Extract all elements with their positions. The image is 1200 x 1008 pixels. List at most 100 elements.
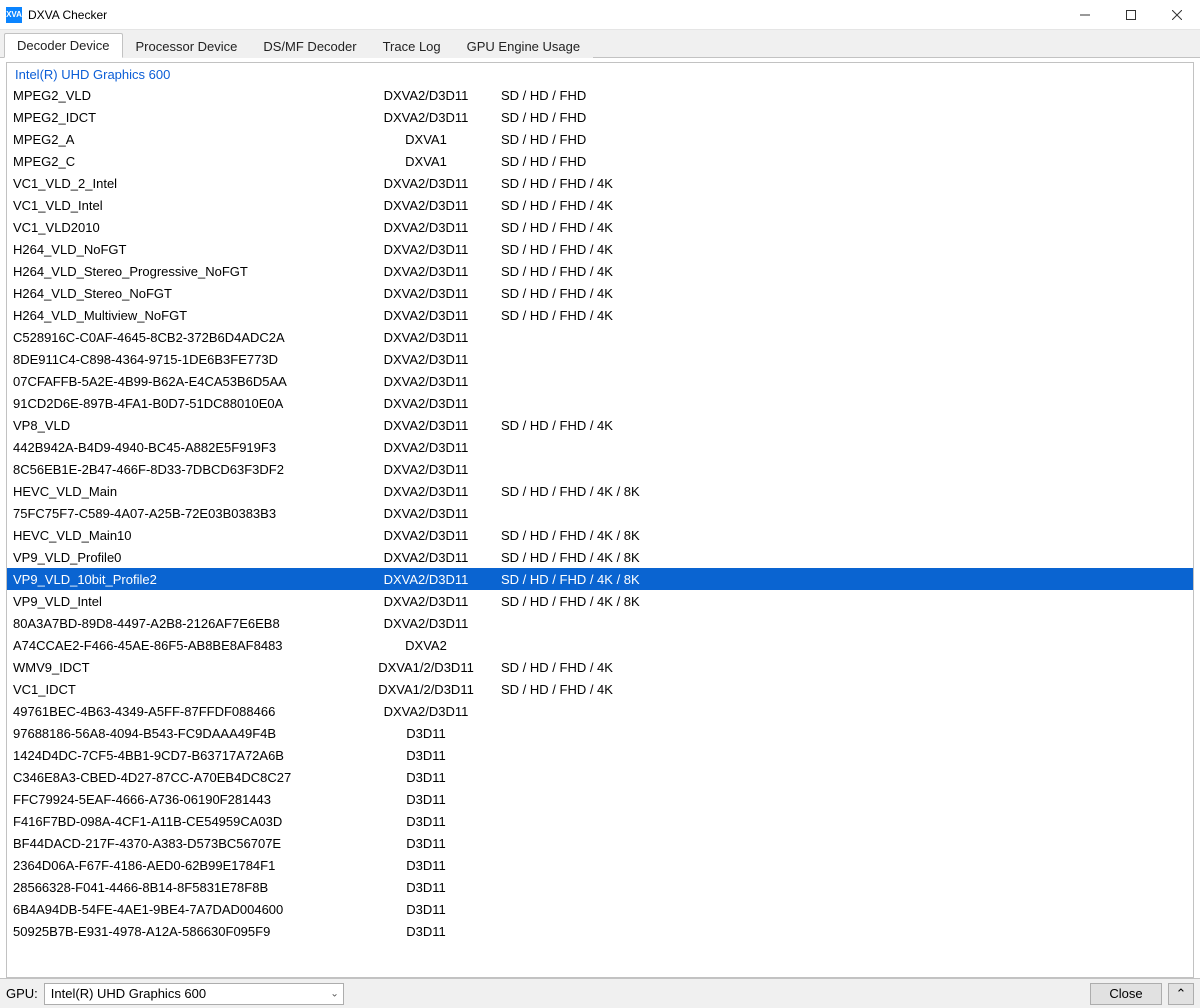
decoder-name: VP9_VLD_Profile0 (11, 550, 361, 565)
decoder-api: DXVA2/D3D11 (361, 572, 491, 587)
decoder-api: DXVA2/D3D11 (361, 286, 491, 301)
decoder-name: VC1_VLD_2_Intel (11, 176, 361, 191)
decoder-row[interactable]: 2364D06A-F67F-4186-AED0-62B99E1784F1D3D1… (7, 854, 1193, 876)
decoder-row[interactable]: H264_VLD_Stereo_Progressive_NoFGTDXVA2/D… (7, 260, 1193, 282)
decoder-api: DXVA2/D3D11 (361, 506, 491, 521)
tab-decoder-device[interactable]: Decoder Device (4, 33, 123, 58)
decoder-api: DXVA2/D3D11 (361, 550, 491, 565)
decoder-row[interactable]: 6B4A94DB-54FE-4AE1-9BE4-7A7DAD004600D3D1… (7, 898, 1193, 920)
decoder-row[interactable]: VC1_IDCTDXVA1/2/D3D11SD / HD / FHD / 4K (7, 678, 1193, 700)
decoder-row[interactable]: VP9_VLD_10bit_Profile2DXVA2/D3D11SD / HD… (7, 568, 1193, 590)
decoder-row[interactable]: VP9_VLD_Profile0DXVA2/D3D11SD / HD / FHD… (7, 546, 1193, 568)
decoder-row[interactable]: FFC79924-5EAF-4666-A736-06190F281443D3D1… (7, 788, 1193, 810)
decoder-api: DXVA2/D3D11 (361, 88, 491, 103)
decoder-row[interactable]: 07CFAFFB-5A2E-4B99-B62A-E4CA53B6D5AADXVA… (7, 370, 1193, 392)
tab-gpu-engine-usage[interactable]: GPU Engine Usage (454, 34, 593, 58)
tab-processor-device[interactable]: Processor Device (123, 34, 251, 58)
gpu-combo[interactable]: Intel(R) UHD Graphics 600 ⌄ (44, 983, 344, 1005)
decoder-name: 07CFAFFB-5A2E-4B99-B62A-E4CA53B6D5AA (11, 374, 361, 389)
decoder-row[interactable]: 91CD2D6E-897B-4FA1-B0D7-51DC88010E0ADXVA… (7, 392, 1193, 414)
decoder-row[interactable]: A74CCAE2-F466-45AE-86F5-AB8BE8AF8483DXVA… (7, 634, 1193, 656)
decoder-resolutions: SD / HD / FHD / 4K / 8K (491, 528, 1193, 543)
decoder-row[interactable]: HEVC_VLD_MainDXVA2/D3D11SD / HD / FHD / … (7, 480, 1193, 502)
decoder-api: DXVA2/D3D11 (361, 110, 491, 125)
decoder-api: DXVA2/D3D11 (361, 220, 491, 235)
minimize-button[interactable] (1062, 0, 1108, 30)
decoder-row[interactable]: BF44DACD-217F-4370-A383-D573BC56707ED3D1… (7, 832, 1193, 854)
decoder-row[interactable]: H264_VLD_NoFGTDXVA2/D3D11SD / HD / FHD /… (7, 238, 1193, 260)
decoder-row[interactable]: VC1_VLD_IntelDXVA2/D3D11SD / HD / FHD / … (7, 194, 1193, 216)
decoder-row[interactable]: 1424D4DC-7CF5-4BB1-9CD7-B63717A72A6BD3D1… (7, 744, 1193, 766)
window-title: DXVA Checker (28, 8, 107, 22)
decoder-row[interactable]: C528916C-C0AF-4645-8CB2-372B6D4ADC2ADXVA… (7, 326, 1193, 348)
decoder-name: 75FC75F7-C589-4A07-A25B-72E03B0383B3 (11, 506, 361, 521)
decoder-api: DXVA2/D3D11 (361, 330, 491, 345)
tab-trace-log[interactable]: Trace Log (370, 34, 454, 58)
maximize-icon (1126, 10, 1136, 20)
decoder-row[interactable]: 80A3A7BD-89D8-4497-A2B8-2126AF7E6EB8DXVA… (7, 612, 1193, 634)
decoder-row[interactable]: F416F7BD-098A-4CF1-A11B-CE54959CA03DD3D1… (7, 810, 1193, 832)
decoder-name: 49761BEC-4B63-4349-A5FF-87FFDF088466 (11, 704, 361, 719)
decoder-row[interactable]: 75FC75F7-C589-4A07-A25B-72E03B0383B3DXVA… (7, 502, 1193, 524)
titlebar: XVA DXVA Checker (0, 0, 1200, 30)
decoder-row[interactable]: MPEG2_IDCTDXVA2/D3D11SD / HD / FHD (7, 106, 1193, 128)
decoder-row[interactable]: MPEG2_ADXVA1SD / HD / FHD (7, 128, 1193, 150)
maximize-button[interactable] (1108, 0, 1154, 30)
decoder-row[interactable]: 50925B7B-E931-4978-A12A-586630F095F9D3D1… (7, 920, 1193, 942)
decoder-api: DXVA1/2/D3D11 (361, 682, 491, 697)
decoder-row[interactable]: 28566328-F041-4466-8B14-8F5831E78F8BD3D1… (7, 876, 1193, 898)
decoder-name: F416F7BD-098A-4CF1-A11B-CE54959CA03D (11, 814, 361, 829)
decoder-api: DXVA2/D3D11 (361, 440, 491, 455)
decoder-row[interactable]: 97688186-56A8-4094-B543-FC9DAAA49F4BD3D1… (7, 722, 1193, 744)
decoder-api: D3D11 (361, 814, 491, 829)
decoder-name: 442B942A-B4D9-4940-BC45-A882E5F919F3 (11, 440, 361, 455)
decoder-row[interactable]: 49761BEC-4B63-4349-A5FF-87FFDF088466DXVA… (7, 700, 1193, 722)
decoder-api: DXVA2/D3D11 (361, 528, 491, 543)
decoder-api: D3D11 (361, 836, 491, 851)
device-group-header: Intel(R) UHD Graphics 600 (7, 65, 1193, 84)
decoder-resolutions: SD / HD / FHD / 4K (491, 286, 1193, 301)
minimize-icon (1080, 10, 1090, 20)
decoder-name: MPEG2_C (11, 154, 361, 169)
decoder-row[interactable]: H264_VLD_Stereo_NoFGTDXVA2/D3D11SD / HD … (7, 282, 1193, 304)
decoder-row[interactable]: HEVC_VLD_Main10DXVA2/D3D11SD / HD / FHD … (7, 524, 1193, 546)
decoder-name: 6B4A94DB-54FE-4AE1-9BE4-7A7DAD004600 (11, 902, 361, 917)
decoder-name: MPEG2_A (11, 132, 361, 147)
decoder-name: VP9_VLD_Intel (11, 594, 361, 609)
decoder-row[interactable]: VP8_VLDDXVA2/D3D11SD / HD / FHD / 4K (7, 414, 1193, 436)
expand-up-button[interactable]: ⌃ (1168, 983, 1194, 1005)
decoder-row[interactable]: VP9_VLD_IntelDXVA2/D3D11SD / HD / FHD / … (7, 590, 1193, 612)
decoder-row[interactable]: 8C56EB1E-2B47-466F-8D33-7DBCD63F3DF2DXVA… (7, 458, 1193, 480)
decoder-row[interactable]: WMV9_IDCTDXVA1/2/D3D11SD / HD / FHD / 4K (7, 656, 1193, 678)
decoder-list-panel[interactable]: Intel(R) UHD Graphics 600 MPEG2_VLDDXVA2… (6, 62, 1194, 978)
decoder-resolutions: SD / HD / FHD (491, 88, 1193, 103)
decoder-row[interactable]: H264_VLD_Multiview_NoFGTDXVA2/D3D11SD / … (7, 304, 1193, 326)
decoder-resolutions: SD / HD / FHD / 4K (491, 264, 1193, 279)
decoder-row[interactable]: VC1_VLD_2_IntelDXVA2/D3D11SD / HD / FHD … (7, 172, 1193, 194)
decoder-api: DXVA2 (361, 638, 491, 653)
decoder-name: 1424D4DC-7CF5-4BB1-9CD7-B63717A72A6B (11, 748, 361, 763)
decoder-api: DXVA2/D3D11 (361, 704, 491, 719)
close-window-button[interactable] (1154, 0, 1200, 30)
decoder-api: DXVA2/D3D11 (361, 396, 491, 411)
decoder-name: H264_VLD_Stereo_Progressive_NoFGT (11, 264, 361, 279)
decoder-api: DXVA2/D3D11 (361, 264, 491, 279)
decoder-row[interactable]: MPEG2_CDXVA1SD / HD / FHD (7, 150, 1193, 172)
decoder-name: WMV9_IDCT (11, 660, 361, 675)
decoder-name: 8C56EB1E-2B47-466F-8D33-7DBCD63F3DF2 (11, 462, 361, 477)
decoder-api: DXVA1 (361, 154, 491, 169)
decoder-api: DXVA2/D3D11 (361, 352, 491, 367)
decoder-resolutions: SD / HD / FHD / 4K (491, 198, 1193, 213)
decoder-resolutions: SD / HD / FHD / 4K / 8K (491, 572, 1193, 587)
decoder-row[interactable]: 8DE911C4-C898-4364-9715-1DE6B3FE773DDXVA… (7, 348, 1193, 370)
decoder-row[interactable]: MPEG2_VLDDXVA2/D3D11SD / HD / FHD (7, 84, 1193, 106)
decoder-row[interactable]: VC1_VLD2010DXVA2/D3D11SD / HD / FHD / 4K (7, 216, 1193, 238)
decoder-row[interactable]: C346E8A3-CBED-4D27-87CC-A70EB4DC8C27D3D1… (7, 766, 1193, 788)
tab-ds-mf-decoder[interactable]: DS/MF Decoder (250, 34, 369, 58)
close-icon (1172, 10, 1182, 20)
decoder-resolutions: SD / HD / FHD (491, 110, 1193, 125)
decoder-name: 28566328-F041-4466-8B14-8F5831E78F8B (11, 880, 361, 895)
decoder-name: HEVC_VLD_Main (11, 484, 361, 499)
decoder-row[interactable]: 442B942A-B4D9-4940-BC45-A882E5F919F3DXVA… (7, 436, 1193, 458)
close-button[interactable]: Close (1090, 983, 1162, 1005)
